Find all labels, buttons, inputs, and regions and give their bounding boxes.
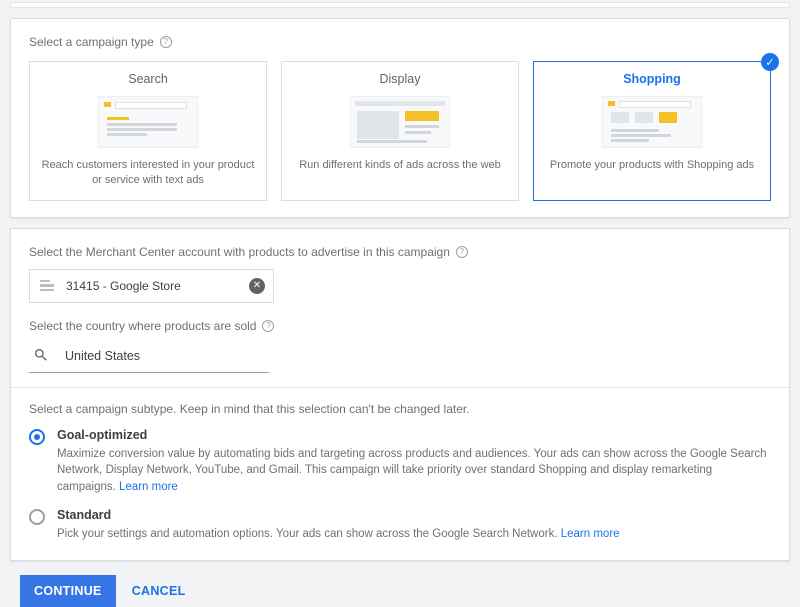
subtype-label-text: Select a campaign subtype. Keep in mind … <box>29 402 470 416</box>
radio-title: Standard <box>57 508 620 522</box>
card-desc: Reach customers interested in your produ… <box>38 158 258 188</box>
cancel-button[interactable]: CANCEL <box>132 584 186 598</box>
action-buttons: CONTINUE CANCEL <box>20 575 790 607</box>
merchant-account-select[interactable]: 31415 - Google Store ✕ <box>29 269 274 303</box>
help-icon[interactable]: ? <box>262 320 274 332</box>
search-icon <box>33 347 49 366</box>
merchant-account-value: 31415 - Google Store <box>66 279 239 293</box>
campaign-type-cards: Search Reach customers interested in you… <box>29 61 771 201</box>
country-select[interactable]: United States <box>29 341 269 373</box>
merchant-icon <box>40 280 56 292</box>
card-desc: Run different kinds of ads across the we… <box>290 158 510 173</box>
search-thumb-icon <box>98 96 198 148</box>
help-icon[interactable]: ? <box>456 246 468 258</box>
country-label-text: Select the country where products are so… <box>29 319 256 333</box>
campaign-card-shopping[interactable]: ✓ Shopping Promote your products with Sh… <box>533 61 771 201</box>
country-label: Select the country where products are so… <box>29 319 771 333</box>
campaign-settings-panel: Select the Merchant Center account with … <box>10 228 790 562</box>
subtype-label: Select a campaign subtype. Keep in mind … <box>29 402 771 416</box>
radio-desc: Pick your settings and automation option… <box>57 526 620 543</box>
campaign-card-search[interactable]: Search Reach customers interested in you… <box>29 61 267 201</box>
learn-more-link[interactable]: Learn more <box>561 528 620 540</box>
radio-icon <box>29 429 45 445</box>
clear-icon[interactable]: ✕ <box>249 278 265 294</box>
merchant-label: Select the Merchant Center account with … <box>29 245 771 259</box>
radio-desc-text: Pick your settings and automation option… <box>57 528 558 540</box>
card-title: Search <box>38 72 258 86</box>
help-icon[interactable]: ? <box>160 36 172 48</box>
learn-more-link[interactable]: Learn more <box>119 481 178 493</box>
select-campaign-type-panel: Select a campaign type ? Search Reach cu… <box>10 18 790 218</box>
campaign-card-display[interactable]: Display Run different kinds of ads acros… <box>281 61 519 201</box>
merchant-label-text: Select the Merchant Center account with … <box>29 245 450 259</box>
card-title: Shopping <box>542 72 762 86</box>
campaign-type-label-text: Select a campaign type <box>29 35 154 49</box>
divider <box>11 387 789 388</box>
country-value: United States <box>65 349 140 363</box>
radio-desc: Maximize conversion value by automating … <box>57 446 771 496</box>
card-title: Display <box>290 72 510 86</box>
top-strip <box>10 2 790 8</box>
radio-title: Goal-optimized <box>57 428 771 442</box>
continue-button[interactable]: CONTINUE <box>20 575 116 607</box>
checkmark-icon: ✓ <box>761 53 779 71</box>
campaign-type-label: Select a campaign type ? <box>29 35 771 49</box>
radio-icon <box>29 509 45 525</box>
card-desc: Promote your products with Shopping ads <box>542 158 762 173</box>
display-thumb-icon <box>350 96 450 148</box>
subtype-standard[interactable]: Standard Pick your settings and automati… <box>29 508 771 543</box>
shopping-thumb-icon <box>602 96 702 148</box>
subtype-goal-optimized[interactable]: Goal-optimized Maximize conversion value… <box>29 428 771 496</box>
